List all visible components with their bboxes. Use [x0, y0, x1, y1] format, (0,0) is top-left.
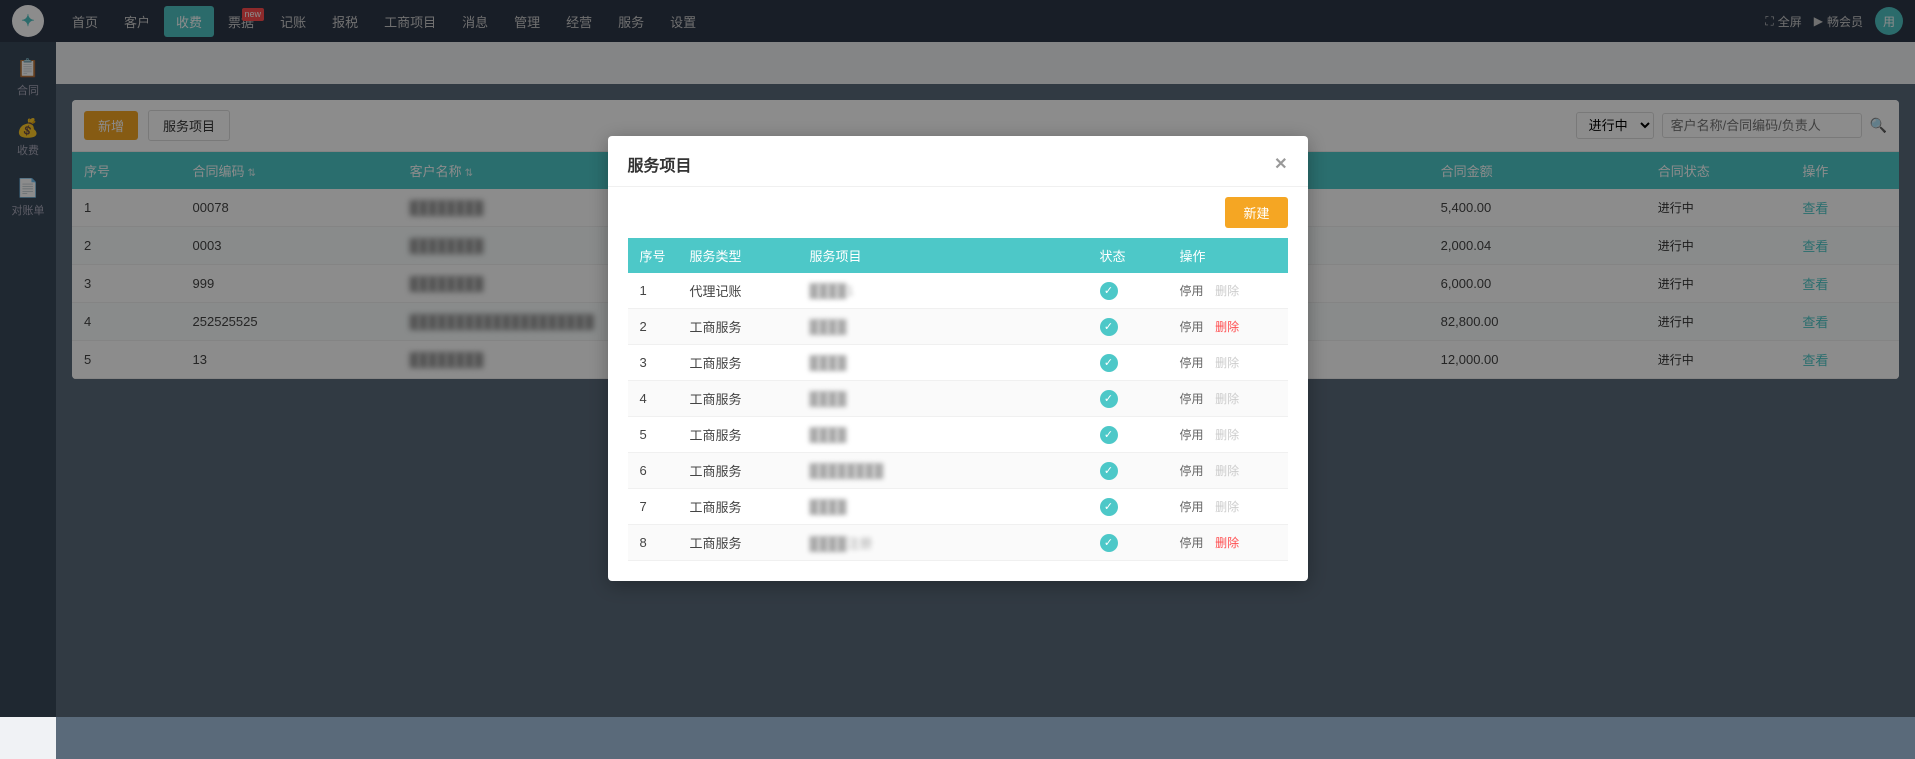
- service-type: 工商服务: [678, 525, 798, 561]
- service-table-body: 1 代理记账 ████1 ✓ 停用 删除 2 工商服务 ████ ✓ 停用 删除…: [628, 273, 1288, 561]
- service-action: 停用 删除: [1168, 273, 1288, 309]
- stop-button[interactable]: 停用: [1180, 356, 1204, 370]
- list-item: 6 工商服务 ████████ ✓ 停用 删除: [628, 453, 1288, 489]
- modal-overlay[interactable]: 服务项目 ✕ 新建 序号 服务类型 服务项目 状态 操作 1 代理记账: [0, 0, 1915, 717]
- service-item-name: ████████: [798, 453, 1088, 489]
- modal-body: 序号 服务类型 服务项目 状态 操作 1 代理记账 ████1 ✓ 停用 删除 …: [608, 238, 1308, 581]
- service-type: 代理记账: [678, 273, 798, 309]
- list-item: 5 工商服务 ████ ✓ 停用 删除: [628, 417, 1288, 453]
- service-status: ✓: [1088, 417, 1168, 453]
- stop-button[interactable]: 停用: [1180, 428, 1204, 442]
- service-status: ✓: [1088, 453, 1168, 489]
- sth-service-type: 服务类型: [678, 238, 798, 273]
- sth-service-item: 服务项目: [798, 238, 1088, 273]
- service-status: ✓: [1088, 489, 1168, 525]
- list-item: 8 工商服务 ████注册 ✓ 停用 删除: [628, 525, 1288, 561]
- status-check-icon: ✓: [1100, 354, 1118, 372]
- service-seq: 6: [628, 453, 678, 489]
- stop-button[interactable]: 停用: [1180, 320, 1204, 334]
- delete-button[interactable]: 删除: [1215, 392, 1239, 406]
- stop-button[interactable]: 停用: [1180, 500, 1204, 514]
- service-action: 停用 删除: [1168, 345, 1288, 381]
- status-check-icon: ✓: [1100, 462, 1118, 480]
- service-status: ✓: [1088, 309, 1168, 345]
- service-seq: 5: [628, 417, 678, 453]
- list-item: 1 代理记账 ████1 ✓ 停用 删除: [628, 273, 1288, 309]
- status-check-icon: ✓: [1100, 282, 1118, 300]
- stop-button[interactable]: 停用: [1180, 392, 1204, 406]
- delete-button[interactable]: 删除: [1215, 464, 1239, 478]
- service-item-name: ████: [798, 381, 1088, 417]
- service-action: 停用 删除: [1168, 381, 1288, 417]
- status-check-icon: ✓: [1100, 534, 1118, 552]
- service-type: 工商服务: [678, 345, 798, 381]
- service-table-header: 序号 服务类型 服务项目 状态 操作: [628, 238, 1288, 273]
- sth-seq: 序号: [628, 238, 678, 273]
- list-item: 4 工商服务 ████ ✓ 停用 删除: [628, 381, 1288, 417]
- service-item-name: ████: [798, 345, 1088, 381]
- service-type: 工商服务: [678, 309, 798, 345]
- sth-action: 操作: [1168, 238, 1288, 273]
- service-item-modal: 服务项目 ✕ 新建 序号 服务类型 服务项目 状态 操作 1 代理记账: [608, 136, 1308, 581]
- service-item-name: ████: [798, 489, 1088, 525]
- delete-button[interactable]: 删除: [1215, 284, 1239, 298]
- sth-status: 状态: [1088, 238, 1168, 273]
- service-seq: 1: [628, 273, 678, 309]
- modal-toolbar: 新建: [608, 187, 1308, 238]
- service-status: ✓: [1088, 345, 1168, 381]
- delete-button[interactable]: 删除: [1215, 500, 1239, 514]
- service-action: 停用 删除: [1168, 525, 1288, 561]
- status-check-icon: ✓: [1100, 498, 1118, 516]
- stop-button[interactable]: 停用: [1180, 464, 1204, 478]
- list-item: 7 工商服务 ████ ✓ 停用 删除: [628, 489, 1288, 525]
- list-item: 2 工商服务 ████ ✓ 停用 删除: [628, 309, 1288, 345]
- service-type: 工商服务: [678, 453, 798, 489]
- service-action: 停用 删除: [1168, 417, 1288, 453]
- status-check-icon: ✓: [1100, 426, 1118, 444]
- service-seq: 7: [628, 489, 678, 525]
- service-item-name: ████: [798, 417, 1088, 453]
- service-seq: 8: [628, 525, 678, 561]
- modal-close-button[interactable]: ✕: [1274, 154, 1287, 174]
- service-type: 工商服务: [678, 489, 798, 525]
- service-status: ✓: [1088, 381, 1168, 417]
- modal-header: 服务项目 ✕: [608, 136, 1308, 187]
- service-action: 停用 删除: [1168, 309, 1288, 345]
- delete-button[interactable]: 删除: [1215, 320, 1239, 334]
- service-action: 停用 删除: [1168, 489, 1288, 525]
- service-item-name: ████1: [798, 273, 1088, 309]
- modal-title: 服务项目: [628, 152, 692, 176]
- status-check-icon: ✓: [1100, 390, 1118, 408]
- delete-button[interactable]: 删除: [1215, 536, 1239, 550]
- modal-new-button[interactable]: 新建: [1225, 197, 1287, 228]
- service-table: 序号 服务类型 服务项目 状态 操作 1 代理记账 ████1 ✓ 停用 删除 …: [628, 238, 1288, 561]
- service-item-name: ████: [798, 309, 1088, 345]
- stop-button[interactable]: 停用: [1180, 536, 1204, 550]
- stop-button[interactable]: 停用: [1180, 284, 1204, 298]
- service-seq: 3: [628, 345, 678, 381]
- service-item-name: ████注册: [798, 525, 1088, 561]
- service-type: 工商服务: [678, 417, 798, 453]
- service-seq: 2: [628, 309, 678, 345]
- service-status: ✓: [1088, 273, 1168, 309]
- service-status: ✓: [1088, 525, 1168, 561]
- delete-button[interactable]: 删除: [1215, 356, 1239, 370]
- delete-button[interactable]: 删除: [1215, 428, 1239, 442]
- service-type: 工商服务: [678, 381, 798, 417]
- service-action: 停用 删除: [1168, 453, 1288, 489]
- status-check-icon: ✓: [1100, 318, 1118, 336]
- list-item: 3 工商服务 ████ ✓ 停用 删除: [628, 345, 1288, 381]
- service-seq: 4: [628, 381, 678, 417]
